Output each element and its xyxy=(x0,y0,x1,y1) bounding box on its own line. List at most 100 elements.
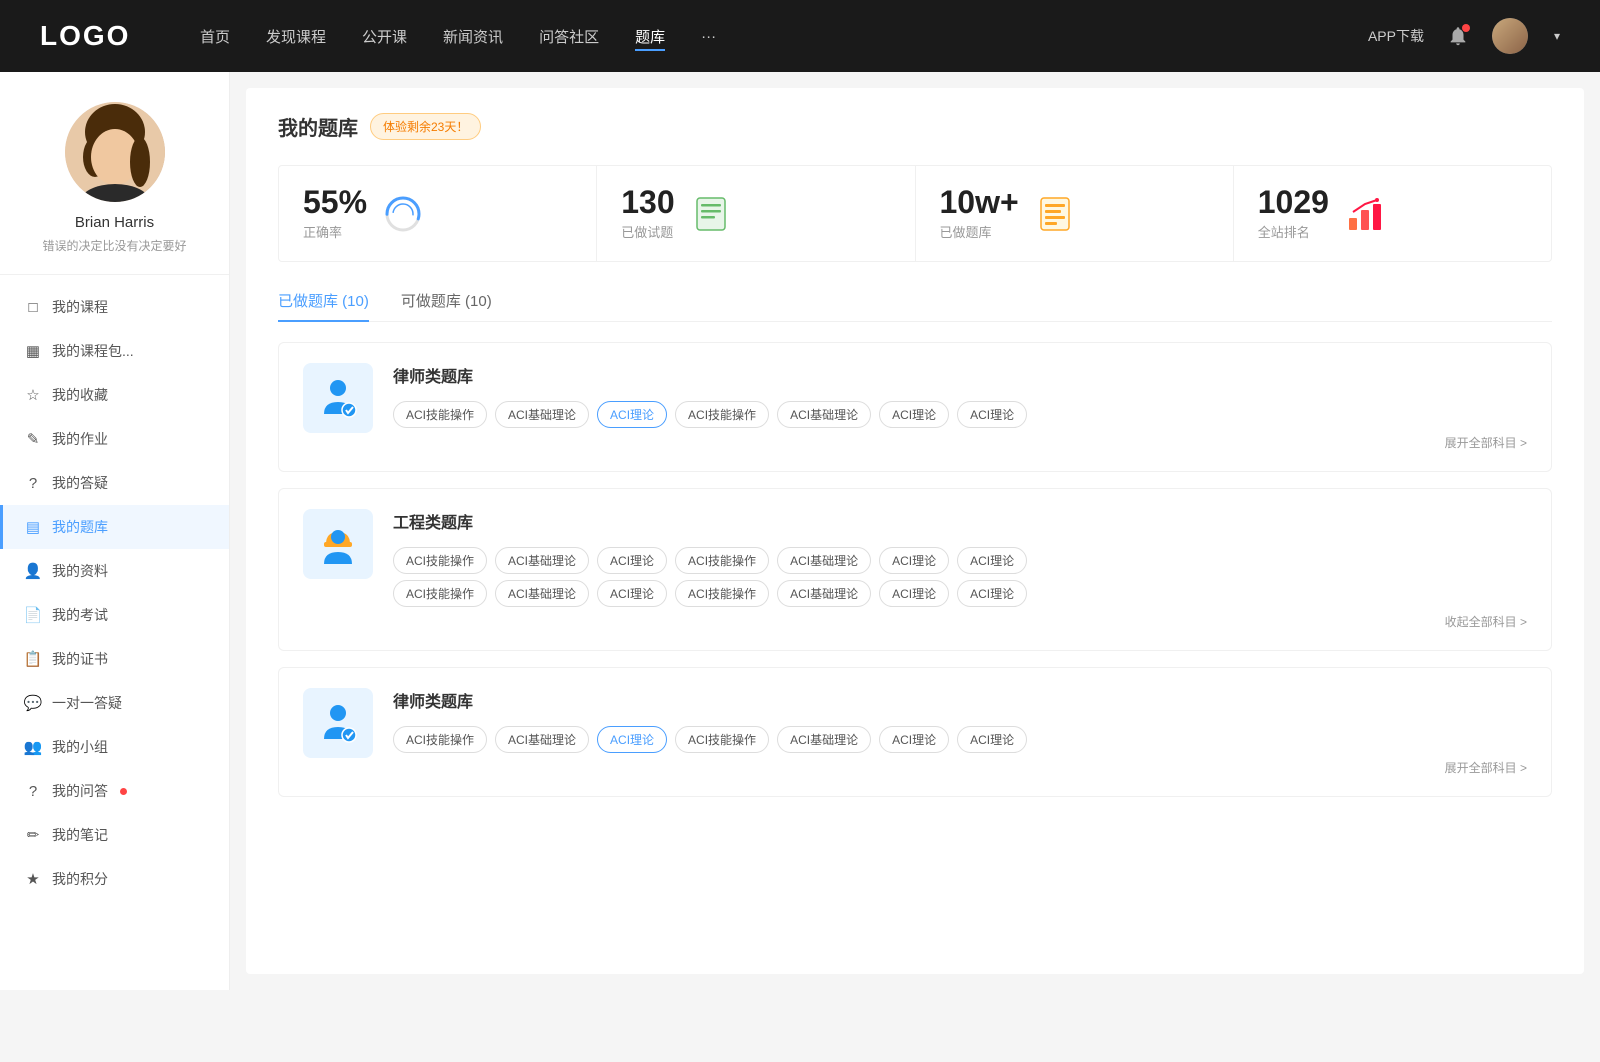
header-right: APP下载 ▾ xyxy=(1368,18,1560,54)
qa-notification-dot xyxy=(120,788,127,795)
bank-2-tag-r2-6[interactable]: ACI理论 xyxy=(879,580,949,607)
bank-2-tag-r2-4[interactable]: ACI技能操作 xyxy=(675,580,769,607)
bank-3-tag-7[interactable]: ACI理论 xyxy=(957,726,1027,753)
bank-1-tag-3[interactable]: ACI理论 xyxy=(597,401,667,428)
rank-label: 全站排名 xyxy=(1258,222,1329,241)
tabs-row: 已做题库 (10) 可做题库 (10) xyxy=(278,290,1552,322)
sidebar-item-my-qa[interactable]: ? 我的问答 xyxy=(0,769,229,813)
sidebar-item-favorites[interactable]: ☆ 我的收藏 xyxy=(0,373,229,417)
bank-2-tag-r1-4[interactable]: ACI技能操作 xyxy=(675,547,769,574)
bank-1-tag-1[interactable]: ACI技能操作 xyxy=(393,401,487,428)
nav-qa[interactable]: 问答社区 xyxy=(539,22,599,51)
nav-question-bank[interactable]: 题库 xyxy=(635,22,665,51)
profile-name: Brian Harris xyxy=(75,214,154,231)
trial-badge: 体验剩余23天！ xyxy=(370,113,481,140)
exam-icon: 📄 xyxy=(24,606,42,624)
bank-3-tag-1[interactable]: ACI技能操作 xyxy=(393,726,487,753)
nav-discover[interactable]: 发现课程 xyxy=(266,22,326,51)
bank-2-tag-r1-3[interactable]: ACI理论 xyxy=(597,547,667,574)
notes-icon: ✏ xyxy=(24,826,42,844)
sidebar-item-qa[interactable]: ? 我的答疑 xyxy=(0,461,229,505)
bank-card-3-content: 律师类题库 ACI技能操作 ACI基础理论 ACI理论 ACI技能操作 ACI基… xyxy=(393,688,1527,776)
app-download-button[interactable]: APP下载 xyxy=(1368,26,1424,46)
sidebar-item-question-bank[interactable]: ▤ 我的题库 xyxy=(0,505,229,549)
bank-2-tag-r1-2[interactable]: ACI基础理论 xyxy=(495,547,589,574)
bank-1-expand-link[interactable]: 展开全部科目 > xyxy=(393,434,1527,451)
avatar[interactable] xyxy=(1492,18,1528,54)
sidebar-item-group[interactable]: 👥 我的小组 xyxy=(0,725,229,769)
bank-1-tag-2[interactable]: ACI基础理论 xyxy=(495,401,589,428)
logo: LOGO xyxy=(40,20,140,52)
nav-open-course[interactable]: 公开课 xyxy=(362,22,407,51)
bank-card-2-content: 工程类题库 ACI技能操作 ACI基础理论 ACI理论 ACI技能操作 ACI基… xyxy=(393,509,1527,630)
tab-available[interactable]: 可做题库 (10) xyxy=(401,290,492,321)
sidebar-item-materials[interactable]: 👤 我的资料 xyxy=(0,549,229,593)
lawyer-icon xyxy=(316,376,360,420)
bank-1-tag-7[interactable]: ACI理论 xyxy=(957,401,1027,428)
bank-3-tag-5[interactable]: ACI基础理论 xyxy=(777,726,871,753)
bank-2-tag-r1-1[interactable]: ACI技能操作 xyxy=(393,547,487,574)
stat-done-banks: 10w+ 已做题库 xyxy=(916,166,1234,261)
sidebar-item-course[interactable]: □ 我的课程 xyxy=(0,285,229,329)
bank-2-tag-r1-6[interactable]: ACI理论 xyxy=(879,547,949,574)
notification-dot xyxy=(1462,24,1470,32)
stats-row: 55% 正确率 130 已做试题 xyxy=(278,165,1552,262)
nav-more[interactable]: ··· xyxy=(701,24,716,49)
one-on-one-icon: 💬 xyxy=(24,694,42,712)
notification-icon[interactable] xyxy=(1444,22,1472,50)
bank-2-tag-r2-3[interactable]: ACI理论 xyxy=(597,580,667,607)
bank-card-1-title: 律师类题库 xyxy=(393,363,1527,387)
lawyer-icon-wrap-3 xyxy=(303,688,373,758)
sidebar-item-notes[interactable]: ✏ 我的笔记 xyxy=(0,813,229,857)
my-qa-icon: ? xyxy=(24,782,42,800)
nav: 首页 发现课程 公开课 新闻资讯 问答社区 题库 ··· xyxy=(200,22,1368,51)
bank-2-tag-r2-1[interactable]: ACI技能操作 xyxy=(393,580,487,607)
homework-icon: ✎ xyxy=(24,430,42,448)
bank-card-1-tags: ACI技能操作 ACI基础理论 ACI理论 ACI技能操作 ACI基础理论 AC… xyxy=(393,401,1527,428)
done-questions-value: 130 xyxy=(621,186,674,218)
sidebar-menu: □ 我的课程 ▦ 我的课程包... ☆ 我的收藏 ✎ 我的作业 ? 我的答疑 ▤… xyxy=(0,275,229,901)
bank-1-tag-6[interactable]: ACI理论 xyxy=(879,401,949,428)
bank-1-tag-4[interactable]: ACI技能操作 xyxy=(675,401,769,428)
bank-card-1-content: 律师类题库 ACI技能操作 ACI基础理论 ACI理论 ACI技能操作 ACI基… xyxy=(393,363,1527,451)
bank-3-expand-link[interactable]: 展开全部科目 > xyxy=(393,759,1527,776)
tab-done[interactable]: 已做题库 (10) xyxy=(278,290,369,321)
engineer-icon xyxy=(316,522,360,566)
sidebar-item-points[interactable]: ★ 我的积分 xyxy=(0,857,229,901)
bank-2-tag-r2-7[interactable]: ACI理论 xyxy=(957,580,1027,607)
accuracy-value: 55% xyxy=(303,186,367,218)
bank-2-tag-r2-2[interactable]: ACI基础理论 xyxy=(495,580,589,607)
bank-2-tag-r2-5[interactable]: ACI基础理论 xyxy=(777,580,871,607)
bank-3-tag-6[interactable]: ACI理论 xyxy=(879,726,949,753)
accuracy-icon xyxy=(383,194,423,234)
sidebar-item-one-on-one[interactable]: 💬 一对一答疑 xyxy=(0,681,229,725)
done-banks-value: 10w+ xyxy=(940,186,1019,218)
nav-news[interactable]: 新闻资讯 xyxy=(443,22,503,51)
sidebar-item-course-package[interactable]: ▦ 我的课程包... xyxy=(0,329,229,373)
points-icon: ★ xyxy=(24,870,42,888)
bank-2-tag-r1-7[interactable]: ACI理论 xyxy=(957,547,1027,574)
sidebar-item-homework[interactable]: ✎ 我的作业 xyxy=(0,417,229,461)
star-icon: ☆ xyxy=(24,386,42,404)
bank-3-tag-2[interactable]: ACI基础理论 xyxy=(495,726,589,753)
lawyer-icon-wrap xyxy=(303,363,373,433)
nav-home[interactable]: 首页 xyxy=(200,22,230,51)
bank-card-3-title: 律师类题库 xyxy=(393,688,1527,712)
bank-1-tag-5[interactable]: ACI基础理论 xyxy=(777,401,871,428)
rank-icon xyxy=(1345,194,1385,234)
done-questions-label: 已做试题 xyxy=(621,222,674,241)
group-icon: 👥 xyxy=(24,738,42,756)
bank-2-collapse-link[interactable]: 收起全部科目 > xyxy=(393,613,1527,630)
bank-3-tag-3[interactable]: ACI理论 xyxy=(597,726,667,753)
profile-motto: 错误的决定比没有决定要好 xyxy=(42,237,186,254)
sidebar-item-exam[interactable]: 📄 我的考试 xyxy=(0,593,229,637)
bank-card-1: 律师类题库 ACI技能操作 ACI基础理论 ACI理论 ACI技能操作 ACI基… xyxy=(278,342,1552,472)
chevron-down-icon[interactable]: ▾ xyxy=(1554,29,1560,43)
sidebar-item-certificate[interactable]: 📋 我的证书 xyxy=(0,637,229,681)
stat-accuracy: 55% 正确率 xyxy=(279,166,597,261)
bank-3-tag-4[interactable]: ACI技能操作 xyxy=(675,726,769,753)
bank-card-2: 工程类题库 ACI技能操作 ACI基础理论 ACI理论 ACI技能操作 ACI基… xyxy=(278,488,1552,651)
bank-card-3-tags: ACI技能操作 ACI基础理论 ACI理论 ACI技能操作 ACI基础理论 AC… xyxy=(393,726,1527,753)
rank-value: 1029 xyxy=(1258,186,1329,218)
bank-2-tag-r1-5[interactable]: ACI基础理论 xyxy=(777,547,871,574)
